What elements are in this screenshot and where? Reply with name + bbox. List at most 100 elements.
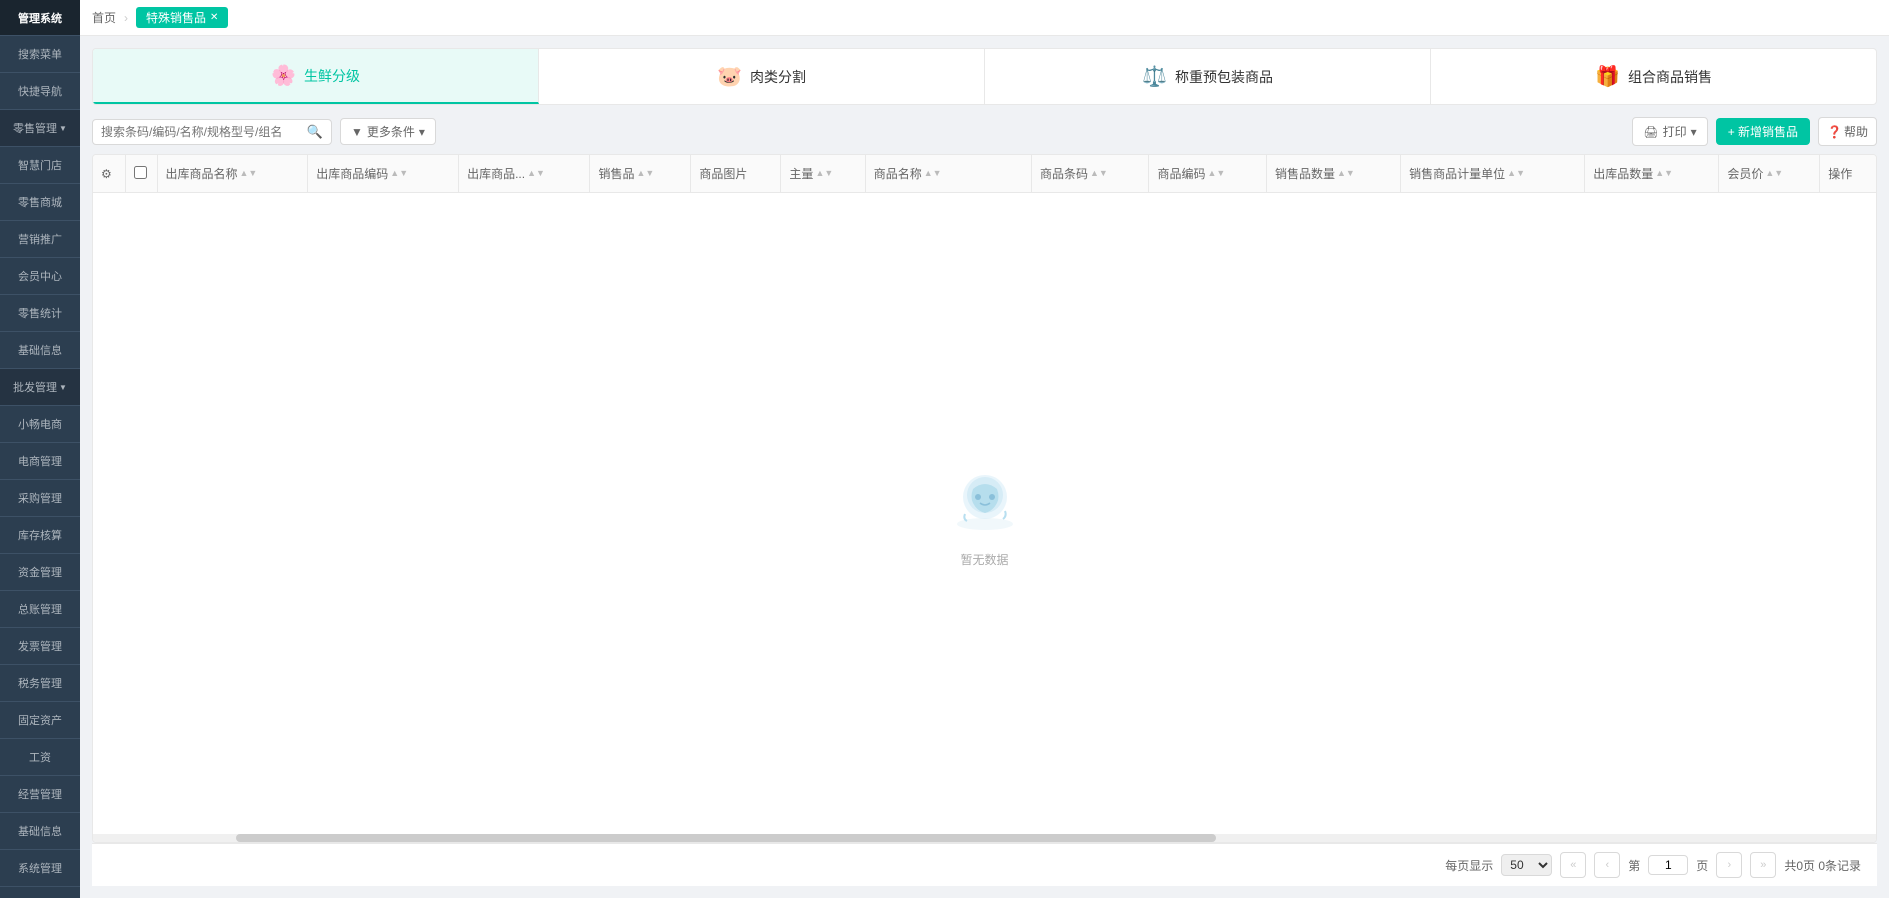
sidebar-item-invoice[interactable]: 发票管理	[0, 628, 80, 665]
sort-icon: ▲▼	[1090, 169, 1108, 178]
close-icon[interactable]: ✕	[210, 12, 218, 23]
sidebar-item-label: 零售管理	[13, 120, 57, 136]
settings-icon: ⚙	[101, 167, 112, 181]
sidebar-item-quicknav[interactable]: 快捷导航	[0, 73, 80, 110]
sidebar-item-label: 固定资产	[4, 712, 76, 728]
last-page-button[interactable]: »	[1750, 852, 1776, 878]
col-check[interactable]	[125, 155, 157, 193]
col-out-spec-label: 出库商品...	[467, 165, 525, 182]
pagination-bar: 每页显示 10 20 50 100 « ‹ 第 页 › » 共0页 0条记录	[92, 843, 1877, 886]
print-button[interactable]: 🖨 打印 ▾	[1632, 117, 1707, 146]
col-goods-name-label: 商品名称	[874, 165, 922, 182]
chevron-down-icon: ▾	[1691, 125, 1697, 139]
sidebar-item-fixedasset[interactable]: 固定资产	[0, 702, 80, 739]
sidebar-item-retail[interactable]: 零售管理 ▼	[0, 110, 80, 147]
sidebar-item-label: 工资	[4, 749, 76, 765]
horizontal-scrollbar[interactable]	[93, 834, 1876, 842]
tab-combo[interactable]: 🎁 组合商品销售	[1431, 49, 1876, 104]
sidebar-item-label: 系统管理	[4, 860, 76, 876]
tab-fresh-label: 生鲜分级	[304, 66, 360, 86]
col-unit-label: 销售商品计量单位	[1409, 165, 1505, 182]
col-sales-qty-label: 销售品数量	[1275, 165, 1335, 182]
col-sales-item-label: 销售品	[598, 165, 634, 182]
sidebar-item-ecommerce[interactable]: 电商管理	[0, 443, 80, 480]
filter-button[interactable]: ▼ 更多条件 ▾	[340, 118, 436, 145]
tab-weight-label: 称重预包装商品	[1175, 67, 1273, 87]
sidebar-item-retailmall[interactable]: 零售商城	[0, 184, 80, 221]
col-out-spec[interactable]: 出库商品... ▲▼	[459, 155, 590, 193]
sidebar-item-member[interactable]: 会员中心	[0, 258, 80, 295]
col-sales-item[interactable]: 销售品 ▲▼	[590, 155, 691, 193]
sidebar-item-salary[interactable]: 工资	[0, 739, 80, 776]
sidebar-item-company[interactable]: 企业协同	[0, 887, 80, 898]
help-icon: ❓	[1827, 125, 1842, 139]
first-page-button[interactable]: «	[1560, 852, 1586, 878]
toolbar-left: 🔍 ▼ 更多条件 ▾	[92, 118, 436, 145]
sidebar-item-tax[interactable]: 税务管理	[0, 665, 80, 702]
col-out-name[interactable]: 出库商品名称 ▲▼	[157, 155, 308, 193]
sidebar-item-operation[interactable]: 经营管理	[0, 776, 80, 813]
sidebar-item-label: 库存核算	[4, 527, 76, 543]
col-sales-qty[interactable]: 销售品数量 ▲▼	[1267, 155, 1401, 193]
sidebar-item-retailstat[interactable]: 零售统计	[0, 295, 80, 332]
page-input[interactable]	[1648, 855, 1688, 875]
col-goods-code-label: 商品编码	[1157, 165, 1205, 182]
scrollbar-thumb[interactable]	[236, 834, 1217, 842]
meat-icon: 🐷	[717, 64, 742, 89]
col-out-code[interactable]: 出库商品编码 ▲▼	[308, 155, 459, 193]
col-member-price[interactable]: 会员价 ▲▼	[1719, 155, 1820, 193]
sidebar-item-accounting[interactable]: 总账管理	[0, 591, 80, 628]
active-tab[interactable]: 特殊销售品 ✕	[136, 7, 228, 28]
next-page-button[interactable]: ›	[1716, 852, 1742, 878]
tab-fresh[interactable]: 🌸 生鲜分级	[93, 49, 539, 104]
page-label2: 页	[1696, 857, 1708, 874]
sidebar-item-smartstore[interactable]: 智慧门店	[0, 147, 80, 184]
breadcrumb-home[interactable]: 首页	[92, 9, 116, 26]
col-unit[interactable]: 销售商品计量单位 ▲▼	[1401, 155, 1585, 193]
col-operation: 操作	[1820, 155, 1876, 193]
prev-page-button[interactable]: ‹	[1594, 852, 1620, 878]
empty-text: 暂无数据	[960, 551, 1008, 568]
weight-icon: ⚖️	[1142, 64, 1167, 89]
filter-icon: ▼	[351, 125, 363, 139]
toolbar-right: 🖨 打印 ▾ + 新增销售品 ❓ 帮助	[1632, 117, 1877, 146]
tab-meat[interactable]: 🐷 肉类分割	[539, 49, 985, 104]
col-settings[interactable]: ⚙	[93, 155, 125, 193]
sidebar-item-smallshop[interactable]: 小畅电商	[0, 406, 80, 443]
col-barcode[interactable]: 商品条码 ▲▼	[1031, 155, 1149, 193]
sidebar-item-label: 小畅电商	[4, 416, 76, 432]
select-all-checkbox[interactable]	[134, 166, 147, 179]
tab-weight[interactable]: ⚖️ 称重预包装商品	[985, 49, 1431, 104]
add-button[interactable]: + 新增销售品	[1716, 118, 1810, 145]
print-label: 打印	[1663, 123, 1687, 140]
col-image[interactable]: 商品图片	[691, 155, 781, 193]
sidebar-item-marketing[interactable]: 营销推广	[0, 221, 80, 258]
toolbar: 🔍 ▼ 更多条件 ▾ 🖨 打印 ▾ + 新增销售品 ❓	[92, 117, 1877, 146]
sidebar-item-system[interactable]: 系统管理	[0, 850, 80, 887]
help-label: 帮助	[1844, 123, 1868, 140]
sidebar-item-basicinfo[interactable]: 基础信息	[0, 332, 80, 369]
sidebar-item-finance[interactable]: 资金管理	[0, 554, 80, 591]
sidebar-item-purchase[interactable]: 采购管理	[0, 480, 80, 517]
sidebar-item-label: 电商管理	[4, 453, 76, 469]
sidebar-item-label: 营销推广	[4, 231, 76, 247]
per-page-select[interactable]: 10 20 50 100	[1501, 854, 1552, 876]
help-button[interactable]: ❓ 帮助	[1818, 117, 1877, 146]
sort-icon: ▲▼	[527, 169, 545, 178]
search-icon[interactable]: 🔍	[307, 124, 323, 140]
col-goods-code[interactable]: 商品编码 ▲▼	[1149, 155, 1267, 193]
sidebar-item-label: 总账管理	[4, 601, 76, 617]
col-weight-label: 主量	[789, 165, 813, 182]
col-out-code-label: 出库商品编码	[316, 165, 388, 182]
search-input[interactable]	[101, 125, 303, 139]
sidebar-item-basicinfo2[interactable]: 基础信息	[0, 813, 80, 850]
sidebar-item-label: 零售商城	[4, 194, 76, 210]
col-out-qty[interactable]: 出库品数量 ▲▼	[1585, 155, 1719, 193]
sidebar-item-label: 会员中心	[4, 268, 76, 284]
sidebar-item-inventory[interactable]: 库存核算	[0, 517, 80, 554]
sidebar-item-label: 基础信息	[4, 342, 76, 358]
col-goods-name[interactable]: 商品名称 ▲▼	[865, 155, 1031, 193]
sidebar-item-search[interactable]: 搜索菜单	[0, 36, 80, 73]
sidebar-item-wholesale[interactable]: 批发管理 ▼	[0, 369, 80, 406]
col-weight[interactable]: 主量 ▲▼	[781, 155, 865, 193]
